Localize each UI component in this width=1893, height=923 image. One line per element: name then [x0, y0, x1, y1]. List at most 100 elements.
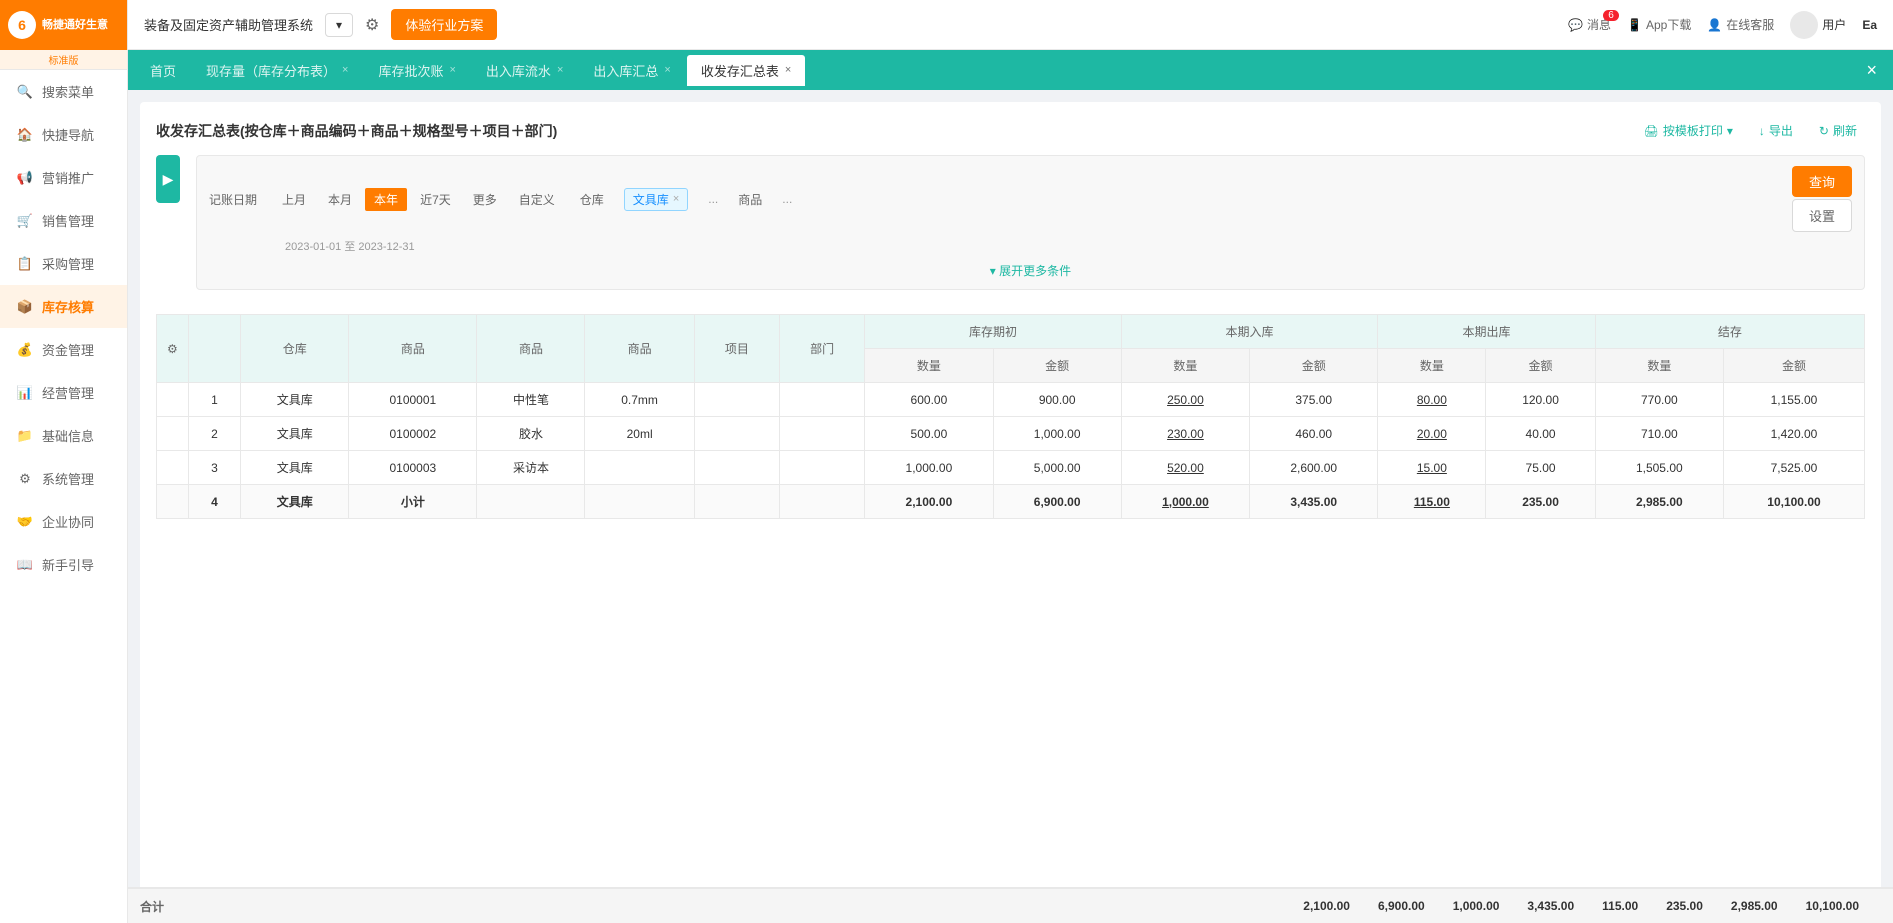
row-name: 采访本	[477, 451, 585, 485]
service-action[interactable]: 👤 在线客服	[1707, 16, 1774, 33]
table-row: 2 文具库 0100002 胶水 20ml 500.00 1,000.00 23…	[157, 417, 1865, 451]
page-container: 收发存汇总表(按仓库＋商品编码＋商品＋规格型号＋项目＋部门) 🖨 按模板打印 ▾…	[140, 102, 1881, 895]
refresh-button[interactable]: ↻ 刷新	[1811, 118, 1865, 143]
footer-out-qty: 115.00	[1588, 897, 1652, 915]
gear-icon[interactable]: ⚙	[365, 15, 379, 35]
sidebar-logo: 6 畅捷通好生意	[0, 0, 127, 50]
sidebar-item-label: 快捷导航	[42, 125, 94, 144]
export-button[interactable]: ↓ 导出	[1751, 118, 1801, 143]
warehouse-tag-close[interactable]: ×	[673, 193, 679, 205]
tab-close-stock-dist[interactable]: ×	[342, 64, 348, 76]
row-in-qty[interactable]: 520.00	[1121, 451, 1249, 485]
date-btn-7days[interactable]: 近7天	[411, 188, 460, 211]
tab-close-batch[interactable]: ×	[449, 64, 455, 76]
sidebar-item-marketing[interactable]: 📢 营销推广	[0, 156, 127, 199]
expand-icon: ▾	[990, 264, 996, 278]
tab-close-inout-summary[interactable]: ×	[664, 64, 670, 76]
date-btn-custom[interactable]: 自定义	[510, 188, 564, 211]
row-settings	[157, 451, 189, 485]
sidebar-item-sales[interactable]: 🛒 销售管理	[0, 199, 127, 242]
subtotal-no: 4	[188, 485, 240, 519]
system-dropdown[interactable]: ▾	[325, 13, 353, 37]
message-icon: 💬	[1568, 18, 1583, 32]
app-download-action[interactable]: 📱 App下载	[1627, 16, 1691, 33]
settings-header[interactable]: ⚙	[157, 315, 189, 383]
row-no: 1	[188, 383, 240, 417]
tab-close-recv-send[interactable]: ×	[785, 64, 791, 76]
sidebar-item-quick-nav[interactable]: 🏠 快捷导航	[0, 113, 127, 156]
user-label: 用户	[1822, 16, 1846, 33]
user-menu[interactable]: 用户	[1790, 11, 1846, 39]
row-out-qty[interactable]: 15.00	[1378, 451, 1486, 485]
sidebar-item-label: 采购管理	[42, 254, 94, 273]
date-btn-last-month[interactable]: 上月	[273, 188, 315, 211]
th-open-amt: 金额	[993, 349, 1121, 383]
finance-icon: 💰	[16, 341, 34, 359]
user-avatar	[1790, 11, 1818, 39]
row-close-qty: 710.00	[1595, 417, 1723, 451]
tab-inout-summary[interactable]: 出入库汇总 ×	[579, 55, 684, 86]
sidebar-item-purchase[interactable]: 📋 采购管理	[0, 242, 127, 285]
sidebar-item-guide[interactable]: 📖 新手引导	[0, 543, 127, 586]
print-button[interactable]: 🖨 按模板打印 ▾	[1636, 118, 1741, 143]
subtotal-close-qty: 2,985.00	[1595, 485, 1723, 519]
logo-icon: 6	[8, 11, 36, 39]
tab-stock-dist[interactable]: 现存量（库存分布表） ×	[192, 55, 362, 86]
date-btn-more[interactable]: 更多	[464, 188, 506, 211]
tab-bar: 首页 现存量（库存分布表） × 库存批次账 × 出入库流水 × 出入库汇总 × …	[128, 50, 1893, 90]
tab-batch[interactable]: 库存批次账 ×	[364, 55, 469, 86]
sidebar-item-label: 新手引导	[42, 555, 94, 574]
filter-toggle[interactable]: ▶	[156, 155, 180, 203]
sidebar-item-system[interactable]: ⚙ 系统管理	[0, 457, 127, 500]
sidebar-item-label: 企业协同	[42, 512, 94, 531]
row-in-qty[interactable]: 230.00	[1121, 417, 1249, 451]
close-all-tabs[interactable]: ×	[1858, 60, 1885, 81]
footer-out-amt: 235.00	[1652, 897, 1717, 915]
trial-button[interactable]: 体验行业方案	[391, 9, 497, 40]
th-close-qty: 数量	[1595, 349, 1723, 383]
row-open-qty: 500.00	[865, 417, 993, 451]
subtotal-settings	[157, 485, 189, 519]
goods-dots[interactable]: ...	[782, 192, 792, 206]
th-no	[188, 315, 240, 383]
subtotal-empty1	[477, 485, 585, 519]
expand-conditions-btn[interactable]: ▾ 展开更多条件	[209, 262, 1852, 279]
row-in-amt: 2,600.00	[1250, 451, 1378, 485]
date-btn-this-month[interactable]: 本月	[319, 188, 361, 211]
refresh-icon: ↻	[1819, 124, 1829, 138]
date-btn-this-year[interactable]: 本年	[365, 188, 407, 211]
tab-inout-flow[interactable]: 出入库流水 ×	[472, 55, 577, 86]
subtotal-open-qty: 2,100.00	[865, 485, 993, 519]
content-area: 收发存汇总表(按仓库＋商品编码＋商品＋规格型号＋项目＋部门) 🖨 按模板打印 ▾…	[128, 90, 1893, 923]
row-out-qty[interactable]: 20.00	[1378, 417, 1486, 451]
row-in-qty[interactable]: 250.00	[1121, 383, 1249, 417]
search-icon: 🔍	[16, 83, 34, 101]
subtotal-in-amt: 3,435.00	[1250, 485, 1378, 519]
sidebar-item-inventory[interactable]: 📦 库存核算	[0, 285, 127, 328]
row-code: 0100001	[349, 383, 477, 417]
row-code: 0100003	[349, 451, 477, 485]
row-warehouse: 文具库	[241, 451, 349, 485]
tab-recv-send[interactable]: 收发存汇总表 ×	[687, 55, 805, 86]
sidebar-item-basic[interactable]: 📁 基础信息	[0, 414, 127, 457]
filter-bar: 记账日期 上月 本月 本年 近7天 更多 自定义 仓库 文具库	[196, 155, 1865, 290]
sidebar-item-search[interactable]: 🔍 搜索菜单	[0, 70, 127, 113]
sidebar-item-finance[interactable]: 💰 资金管理	[0, 328, 127, 371]
message-action[interactable]: 💬 消息 6	[1568, 16, 1611, 33]
subtotal-in-qty[interactable]: 1,000.00	[1121, 485, 1249, 519]
settings-button[interactable]: 设置	[1792, 199, 1852, 232]
sidebar-item-label: 经营管理	[42, 383, 94, 402]
tab-home[interactable]: 首页	[136, 55, 190, 86]
sidebar-item-collab[interactable]: 🤝 企业协同	[0, 500, 127, 543]
system-icon: ⚙	[16, 470, 34, 488]
sidebar-item-operations[interactable]: 📊 经营管理	[0, 371, 127, 414]
subtotal-out-qty[interactable]: 115.00	[1378, 485, 1486, 519]
row-spec: 0.7mm	[585, 383, 694, 417]
row-out-qty[interactable]: 80.00	[1378, 383, 1486, 417]
row-settings	[157, 417, 189, 451]
filter-row: 记账日期 上月 本月 本年 近7天 更多 自定义 仓库 文具库	[209, 166, 1852, 232]
warehouse-dots[interactable]: ...	[708, 192, 718, 206]
sidebar-item-label: 销售管理	[42, 211, 94, 230]
tab-close-inout-flow[interactable]: ×	[557, 64, 563, 76]
query-button[interactable]: 查询	[1792, 166, 1852, 197]
